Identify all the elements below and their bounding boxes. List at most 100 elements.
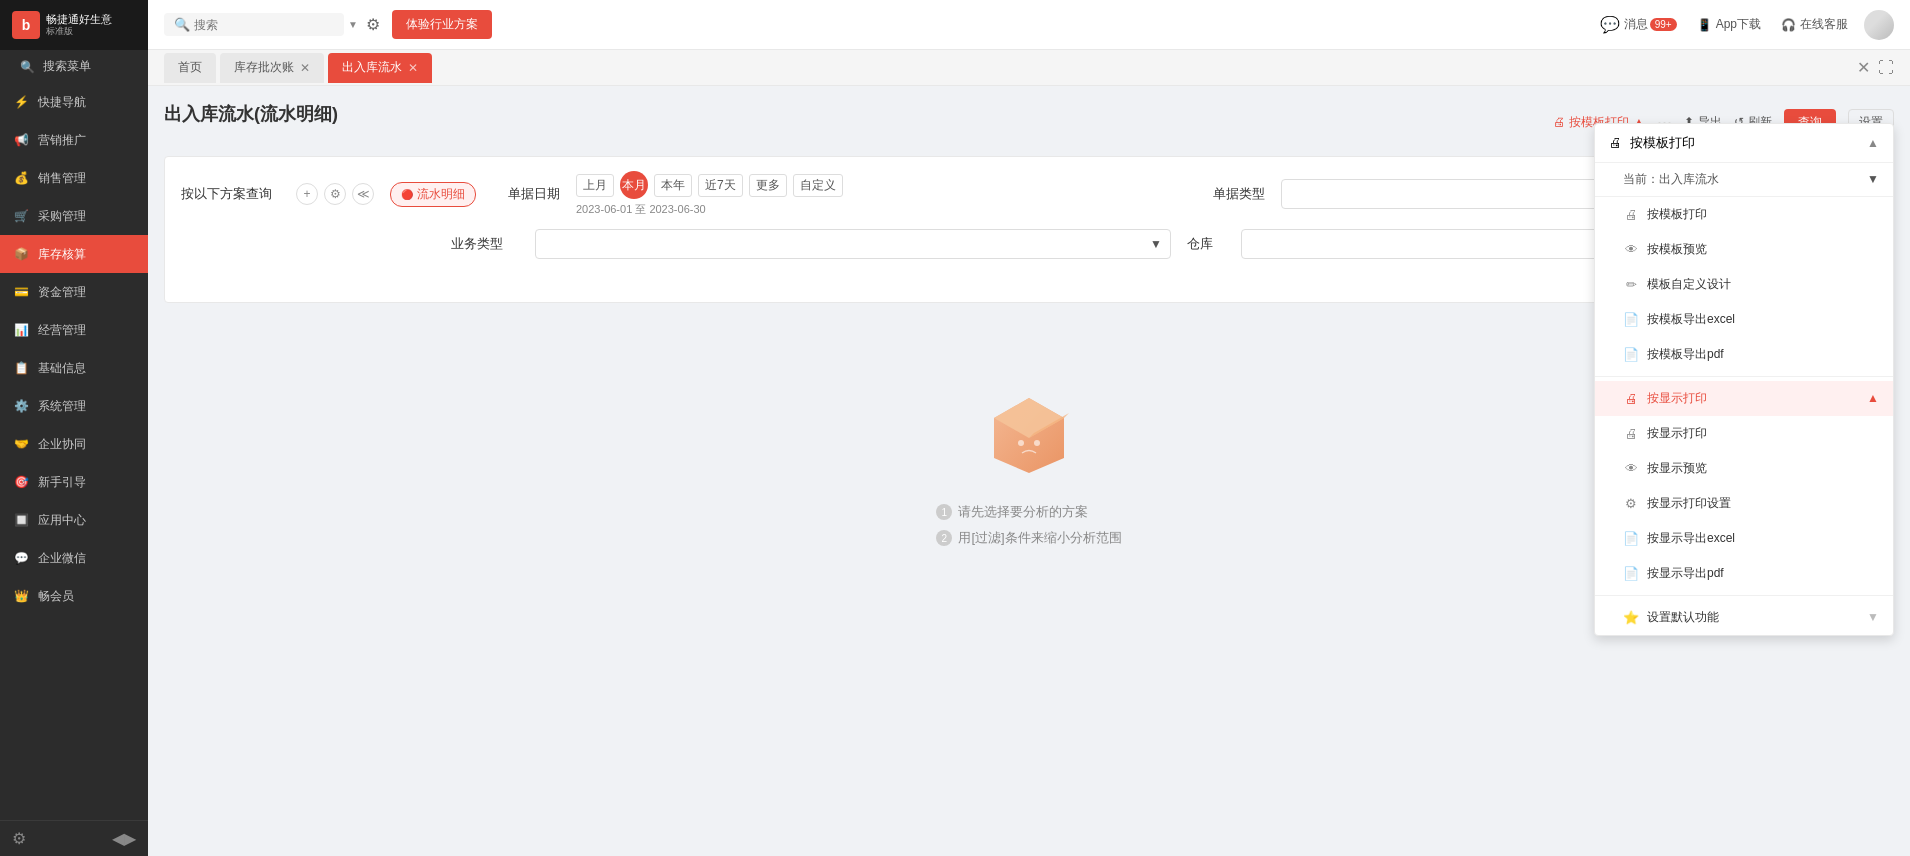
dropdown-item-display-settings[interactable]: ⚙ 按显示打印设置 [1595, 486, 1893, 521]
filter-actions: + ⚙ ≪ [296, 183, 374, 205]
template-pdf-icon: 📄 [1623, 346, 1639, 362]
tab-flow-close[interactable]: ✕ [408, 61, 418, 75]
dropdown-item-display-excel[interactable]: 📄 按显示导出excel [1595, 521, 1893, 556]
sidebar-item-quick-nav[interactable]: ⚡ 快捷导航 [0, 83, 148, 121]
display-section-chevron: ▲ [1867, 391, 1879, 405]
set-default-icon: ⭐ [1623, 609, 1639, 625]
sidebar-item-finance[interactable]: 💳 资金管理 [0, 273, 148, 311]
dropdown-item-template-print[interactable]: 🖨 按模板打印 [1595, 197, 1893, 232]
date-btn-custom[interactable]: 自定义 [793, 174, 843, 197]
finance-icon: 💳 [12, 283, 30, 301]
date-btn-7days[interactable]: 近7天 [698, 174, 743, 197]
messages-btn[interactable]: 💬 消息 99+ [1600, 15, 1677, 34]
print-icon: 🖨 [1553, 115, 1565, 129]
topbar-search-input[interactable] [194, 18, 334, 32]
tip1-num: 1 [936, 504, 952, 520]
sidebar-item-basic[interactable]: 📋 基础信息 [0, 349, 148, 387]
topbar-right: 💬 消息 99+ 📱 App下载 🎧 在线客服 [1600, 10, 1894, 40]
warehouse-label: 仓库 [1187, 235, 1217, 253]
sidebar-item-purchase[interactable]: 🛒 采购管理 [0, 197, 148, 235]
biz-type-chevron: ▼ [1150, 237, 1162, 251]
tab-home[interactable]: 首页 [164, 53, 216, 83]
filter-tag-icon: 🔴 [401, 189, 413, 200]
dropdown-header: 🖨 按模板打印 ▲ [1595, 124, 1893, 163]
sidebar-item-guide[interactable]: 🎯 新手引导 [0, 463, 148, 501]
sidebar-item-member[interactable]: 👑 畅会员 [0, 577, 148, 615]
biz-type-label: 业务类型 [451, 235, 511, 253]
date-btn-more[interactable]: 更多 [749, 174, 787, 197]
tab-close-all-icon[interactable]: ✕ [1857, 58, 1870, 77]
date-btn-last-month[interactable]: 上月 [576, 174, 614, 197]
dropdown-current-label: 当前：出入库流水 ▼ [1595, 163, 1893, 197]
dropdown-item-template-pdf[interactable]: 📄 按模板导出pdf [1595, 337, 1893, 372]
tab-batch-close[interactable]: ✕ [300, 61, 310, 75]
sidebar-item-system[interactable]: ⚙️ 系统管理 [0, 387, 148, 425]
date-label: 单据日期 [508, 185, 568, 203]
settings-icon[interactable]: ⚙ [12, 829, 26, 848]
date-btn-this-month[interactable]: 本月 [620, 171, 648, 199]
sales-icon: 💰 [12, 169, 30, 187]
dropdown-item-template-preview[interactable]: 👁 按模板预览 [1595, 232, 1893, 267]
phone-icon: 📱 [1697, 18, 1712, 32]
dropdown-item-display-pdf[interactable]: 📄 按显示导出pdf [1595, 556, 1893, 591]
date-filter: 上月 本月 本年 近7天 更多 自定义 2023-06-01 至 2023-06… [576, 171, 843, 217]
basic-icon: 📋 [12, 359, 30, 377]
sidebar-item-wechat[interactable]: 💬 企业微信 [0, 539, 148, 577]
tab-expand-icon[interactable]: ⛶ [1878, 59, 1894, 77]
filter-add-button[interactable]: + [296, 183, 318, 205]
trial-button[interactable]: 体验行业方案 [392, 10, 492, 39]
dropdown-item-display-print[interactable]: 🖨 按显示打印 [1595, 416, 1893, 451]
empty-tip-1: 1 请先选择要分析的方案 [936, 503, 1121, 521]
sidebar-item-inventory[interactable]: 📦 库存核算 [0, 235, 148, 273]
sidebar-item-operations[interactable]: 📊 经营管理 [0, 311, 148, 349]
quick-nav-icon: ⚡ [12, 93, 30, 111]
sidebar-nav: ⚡ 快捷导航 📢 营销推广 💰 销售管理 🛒 采购管理 📦 库存核算 💳 资金管… [0, 83, 148, 820]
date-btn-this-year[interactable]: 本年 [654, 174, 692, 197]
tip2-num: 2 [936, 530, 952, 546]
dropdown-section-display-print[interactable]: 🖨 按显示打印 ▲ [1595, 381, 1893, 416]
dropdown-item-template-custom[interactable]: ✏ 模板自定义设计 [1595, 267, 1893, 302]
wechat-icon: 💬 [12, 549, 30, 567]
dropdown-item-display-preview[interactable]: 👁 按显示预览 [1595, 451, 1893, 486]
sidebar-item-marketing[interactable]: 📢 营销推广 [0, 121, 148, 159]
filter-collapse-button[interactable]: ≪ [352, 183, 374, 205]
sidebar: b 畅捷通好生意 标准版 🔍 搜索菜单 ⚡ 快捷导航 📢 营销推广 💰 销售管理… [0, 0, 148, 856]
service-btn[interactable]: 🎧 在线客服 [1777, 16, 1848, 33]
dropdown-item-template-excel[interactable]: 📄 按模板导出excel [1595, 302, 1893, 337]
messages-badge: 99+ [1650, 18, 1677, 31]
sidebar-search-item[interactable]: 🔍 搜索菜单 [0, 50, 148, 83]
sidebar-logo: b 畅捷通好生意 标准版 [0, 0, 148, 50]
user-avatar[interactable] [1864, 10, 1894, 40]
message-icon: 💬 [1600, 15, 1620, 34]
dropdown-item-set-default[interactable]: ⭐ 设置默认功能 ▼ [1595, 600, 1893, 635]
page-header-area: 出入库流水(流水明细) 🖨 按模板打印 ▲ ··· ⬆ 导出 ↺ 刷新 [164, 102, 1894, 142]
date-range-display: 2023-06-01 至 2023-06-30 [576, 202, 843, 217]
display-excel-icon: 📄 [1623, 530, 1639, 546]
print-header-icon: 🖨 [1609, 135, 1622, 150]
dropdown-chevron-up[interactable]: ▲ [1867, 136, 1879, 150]
display-settings-icon: ⚙ [1623, 495, 1639, 511]
filter-tag: 🔴 流水明细 [390, 182, 476, 207]
search-dropdown-arrow[interactable]: ▼ [348, 19, 358, 30]
app-download-btn[interactable]: 📱 App下载 [1693, 16, 1761, 33]
filter-scheme-label: 按以下方案查询 [181, 185, 272, 203]
purchase-icon: 🛒 [12, 207, 30, 225]
topbar-gear-icon[interactable]: ⚙ [366, 15, 380, 34]
doc-type-label: 单据类型 [1213, 185, 1273, 203]
display-pdf-icon: 📄 [1623, 565, 1639, 581]
sidebar-item-apps[interactable]: 🔲 应用中心 [0, 501, 148, 539]
svg-point-3 [1018, 440, 1024, 446]
template-print-icon: 🖨 [1623, 206, 1639, 222]
biz-type-select[interactable]: ▼ [535, 229, 1171, 259]
svg-point-4 [1034, 440, 1040, 446]
filter-settings-button[interactable]: ⚙ [324, 183, 346, 205]
tab-flow[interactable]: 出入库流水 ✕ [328, 53, 432, 83]
collapse-icon[interactable]: ◀▶ [112, 829, 136, 848]
tab-batch[interactable]: 库存批次账 ✕ [220, 53, 324, 83]
date-filter-group: 单据日期 上月 本月 本年 近7天 更多 自定义 2023-06-01 至 20… [508, 171, 1173, 217]
dropdown-divider-1 [1595, 376, 1893, 377]
empty-tip-2: 2 用[过滤]条件来缩小分析范围 [936, 529, 1121, 547]
topbar-search-box[interactable]: 🔍 [164, 13, 344, 36]
sidebar-item-sales[interactable]: 💰 销售管理 [0, 159, 148, 197]
sidebar-item-cooperation[interactable]: 🤝 企业协同 [0, 425, 148, 463]
